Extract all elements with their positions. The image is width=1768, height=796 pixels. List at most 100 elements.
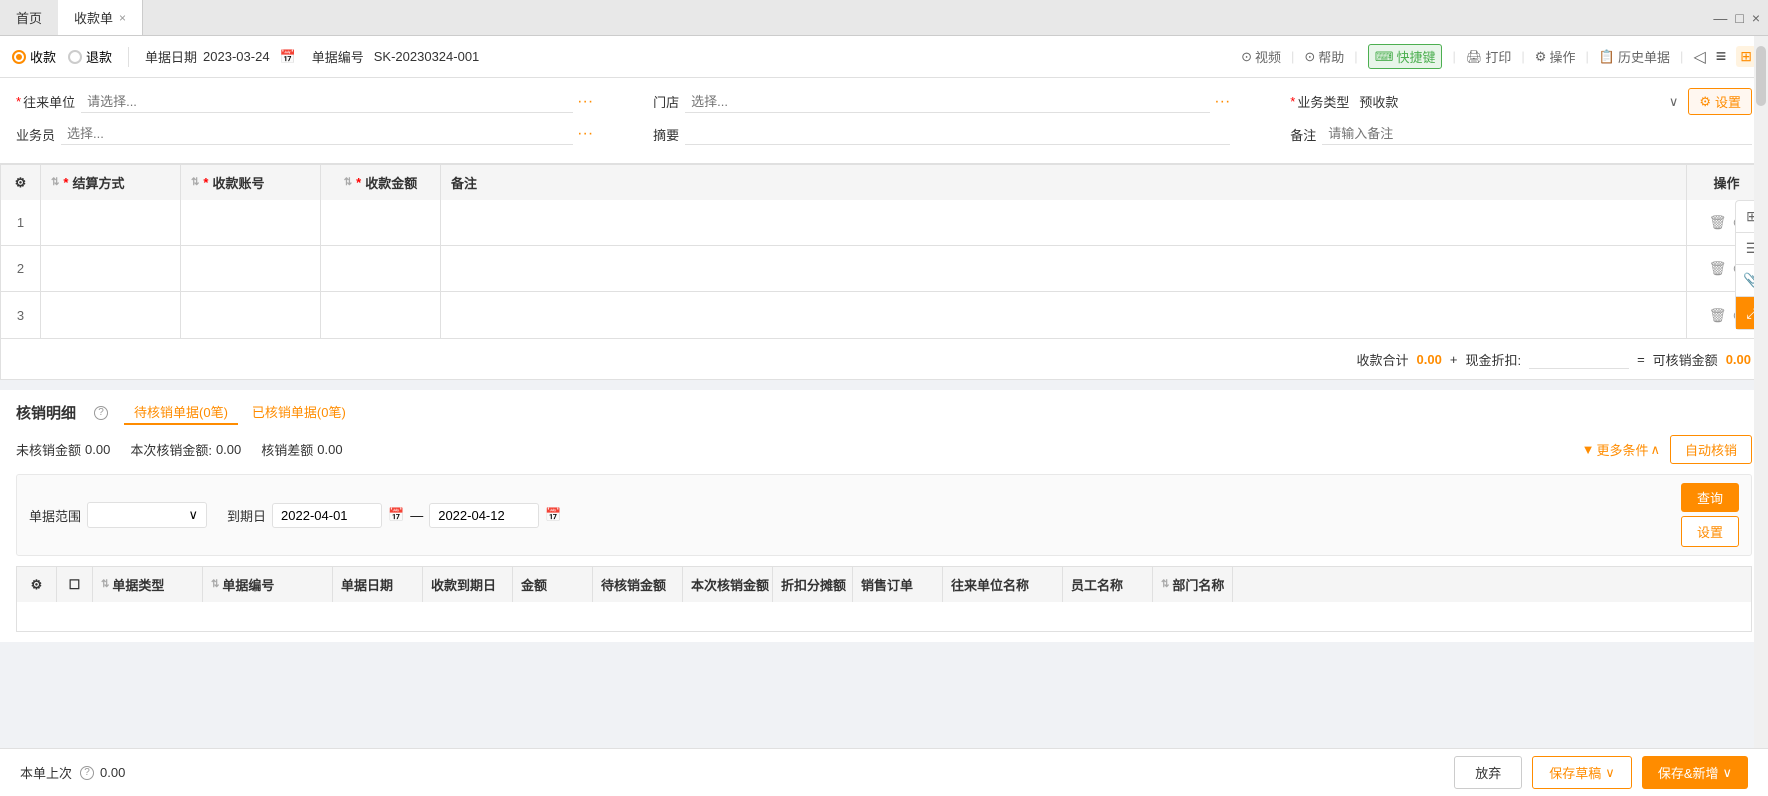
shop-more-icon[interactable]: ··· bbox=[1214, 93, 1230, 111]
bth-duedate: 收款到期日 bbox=[423, 567, 513, 602]
partner-more-icon[interactable]: ··· bbox=[577, 93, 593, 111]
row-2-amount[interactable] bbox=[321, 246, 441, 291]
row-2-settlement[interactable] bbox=[41, 246, 181, 291]
discount-input[interactable] bbox=[1529, 349, 1629, 369]
tab-home[interactable]: 首页 bbox=[0, 0, 58, 35]
scrollbar[interactable] bbox=[1754, 36, 1768, 748]
bth-billno: ⇅ 单据编号 bbox=[203, 567, 333, 602]
biz-type-value: 预收款 bbox=[1359, 92, 1668, 111]
minimize-icon[interactable]: — bbox=[1713, 10, 1727, 26]
reconcile-info-icon[interactable]: ? bbox=[94, 406, 108, 420]
scrollbar-thumb[interactable] bbox=[1756, 46, 1766, 106]
checkbox-icon: ☐ bbox=[69, 577, 81, 593]
form-row-2: 业务员 ··· 摘要 备注 bbox=[16, 123, 1752, 145]
staff-input[interactable] bbox=[61, 123, 573, 145]
row-2-account[interactable] bbox=[181, 246, 321, 291]
history-label: 历史单据 bbox=[1618, 47, 1670, 66]
close-window-icon[interactable]: × bbox=[1752, 10, 1760, 26]
row-3-delete-icon[interactable]: 🗑 bbox=[1709, 307, 1727, 324]
help-btn[interactable]: ⊙ 帮助 bbox=[1304, 47, 1344, 66]
bottom-bar: 本单上次 ? 0.00 放弃 保存草稿 ∨ 保存&新增 ∨ bbox=[0, 748, 1768, 796]
layout-menu-icon[interactable]: ≡ bbox=[1716, 46, 1727, 67]
last-order-value: 0.00 bbox=[100, 765, 125, 780]
history-icon: 📋 bbox=[1599, 49, 1615, 65]
layout-left-icon[interactable]: ◁ bbox=[1693, 47, 1705, 67]
row-3-amount[interactable] bbox=[321, 292, 441, 338]
tab-done[interactable]: 已核销单据(0笔) bbox=[242, 400, 356, 425]
shortcut-label: 快捷键 bbox=[1396, 47, 1435, 66]
operation-btn[interactable]: ⚙ 操作 bbox=[1535, 47, 1576, 66]
toolbar-right: ⊙ 视频 | ⊙ 帮助 | ⌨ 快捷键 | 🖨 打印 | ⚙ 操作 | 📋 历史… bbox=[1241, 44, 1756, 69]
bill-date-label: 单据日期 bbox=[145, 47, 197, 66]
print-btn[interactable]: 🖨 打印 bbox=[1466, 47, 1512, 66]
calendar-icon[interactable]: 📅 bbox=[280, 49, 296, 65]
diff-value: 0.00 bbox=[317, 442, 342, 457]
bth-gear[interactable]: ⚙ bbox=[17, 567, 57, 602]
filter-row: 单据范围 ∨ 到期日 📅 — 📅 查询 设置 bbox=[16, 474, 1752, 556]
print-icon: 🖨 bbox=[1466, 49, 1483, 65]
tab-bar: 首页 收款单 × — □ × bbox=[0, 0, 1768, 36]
partner-label: 往来单位 bbox=[23, 92, 75, 111]
radio-tuikuan-label: 退款 bbox=[86, 47, 112, 66]
table-row: 3 🗑 ⊕ bbox=[1, 292, 1767, 338]
staff-field: 业务员 ··· bbox=[16, 123, 593, 145]
date-to-input[interactable] bbox=[429, 503, 539, 528]
shop-input[interactable] bbox=[685, 91, 1210, 113]
bth-date: 单据日期 bbox=[333, 567, 423, 602]
video-btn[interactable]: ⊙ 视频 bbox=[1241, 47, 1281, 66]
abandon-button[interactable]: 放弃 bbox=[1454, 756, 1522, 789]
tab-shoukuan[interactable]: 收款单 × bbox=[58, 0, 143, 35]
row-1-remark[interactable] bbox=[441, 200, 1687, 245]
equals-sign: = bbox=[1637, 352, 1645, 367]
more-conditions-btn[interactable]: ▼ 更多条件 ∧ bbox=[1582, 440, 1660, 459]
row-1-settlement[interactable] bbox=[41, 200, 181, 245]
row-2-remark[interactable] bbox=[441, 246, 1687, 291]
video-icon: ⊙ bbox=[1241, 49, 1252, 65]
date-range-separator: — bbox=[410, 508, 423, 523]
save-new-button[interactable]: 保存&新增 ∨ bbox=[1642, 756, 1748, 789]
table-footer: 收款合计 0.00 + 现金折扣: = 可核销金额 0.00 bbox=[0, 339, 1768, 380]
query-button[interactable]: 查询 bbox=[1681, 483, 1739, 512]
row-3-account[interactable] bbox=[181, 292, 321, 338]
th-settlement-required: * bbox=[63, 175, 68, 190]
date-from-input[interactable] bbox=[272, 503, 382, 528]
shortcut-btn[interactable]: ⌨ 快捷键 bbox=[1368, 44, 1443, 69]
tab-pending[interactable]: 待核销单据(0笔) bbox=[124, 400, 238, 425]
row-1-amount[interactable] bbox=[321, 200, 441, 245]
staff-more-icon[interactable]: ··· bbox=[577, 125, 593, 143]
row-1-account[interactable] bbox=[181, 200, 321, 245]
row-3-settlement[interactable] bbox=[41, 292, 181, 338]
date-from-calendar-icon[interactable]: 📅 bbox=[388, 507, 404, 523]
bth-check[interactable]: ☐ bbox=[57, 567, 93, 602]
maximize-icon[interactable]: □ bbox=[1735, 10, 1743, 26]
bill-range-select[interactable]: ∨ bbox=[87, 502, 207, 528]
last-order-label: 本单上次 bbox=[20, 763, 72, 782]
history-btn[interactable]: 📋 历史单据 bbox=[1599, 47, 1670, 66]
last-order-info-icon[interactable]: ? bbox=[80, 766, 94, 780]
note-input[interactable] bbox=[1322, 123, 1752, 145]
bth-thistime: 本次核销金额 bbox=[683, 567, 773, 602]
partner-input[interactable] bbox=[81, 91, 573, 113]
tab-close-icon[interactable]: × bbox=[119, 11, 126, 25]
th-amount: ⇅ * 收款金额 bbox=[321, 165, 441, 200]
radio-shoukuan[interactable]: 收款 bbox=[12, 47, 56, 66]
biz-type-dropdown-icon[interactable]: ∨ bbox=[1669, 94, 1679, 110]
chevron-up-icon: ∧ bbox=[1650, 442, 1660, 458]
reconcile-tabs: 待核销单据(0笔) 已核销单据(0笔) bbox=[124, 400, 356, 425]
summary-input[interactable] bbox=[685, 123, 1230, 145]
auto-reconcile-button[interactable]: 自动核销 bbox=[1670, 435, 1752, 464]
save-new-chevron-icon: ∨ bbox=[1722, 765, 1732, 781]
row-3-remark[interactable] bbox=[441, 292, 1687, 338]
settings-label: 设置 bbox=[1715, 92, 1741, 111]
row-1-delete-icon[interactable]: 🗑 bbox=[1709, 214, 1727, 231]
row-2-delete-icon[interactable]: 🗑 bbox=[1709, 260, 1727, 277]
th-gear[interactable]: ⚙ bbox=[1, 165, 41, 200]
date-to-calendar-icon[interactable]: 📅 bbox=[545, 507, 561, 523]
keyboard-icon: ⌨ bbox=[1375, 49, 1394, 65]
settings-button[interactable]: ⚙ 设置 bbox=[1688, 88, 1752, 115]
bottom-table-header: ⚙ ☐ ⇅ 单据类型 ⇅ 单据编号 单据日期 收款到期日 金额 待核销金额 本次… bbox=[16, 566, 1752, 602]
radio-tuikuan[interactable]: 退款 bbox=[68, 47, 112, 66]
filter-set-button[interactable]: 设置 bbox=[1681, 516, 1739, 547]
save-draft-button[interactable]: 保存草稿 ∨ bbox=[1532, 756, 1632, 789]
radio-shoukuan-circle bbox=[12, 50, 26, 64]
